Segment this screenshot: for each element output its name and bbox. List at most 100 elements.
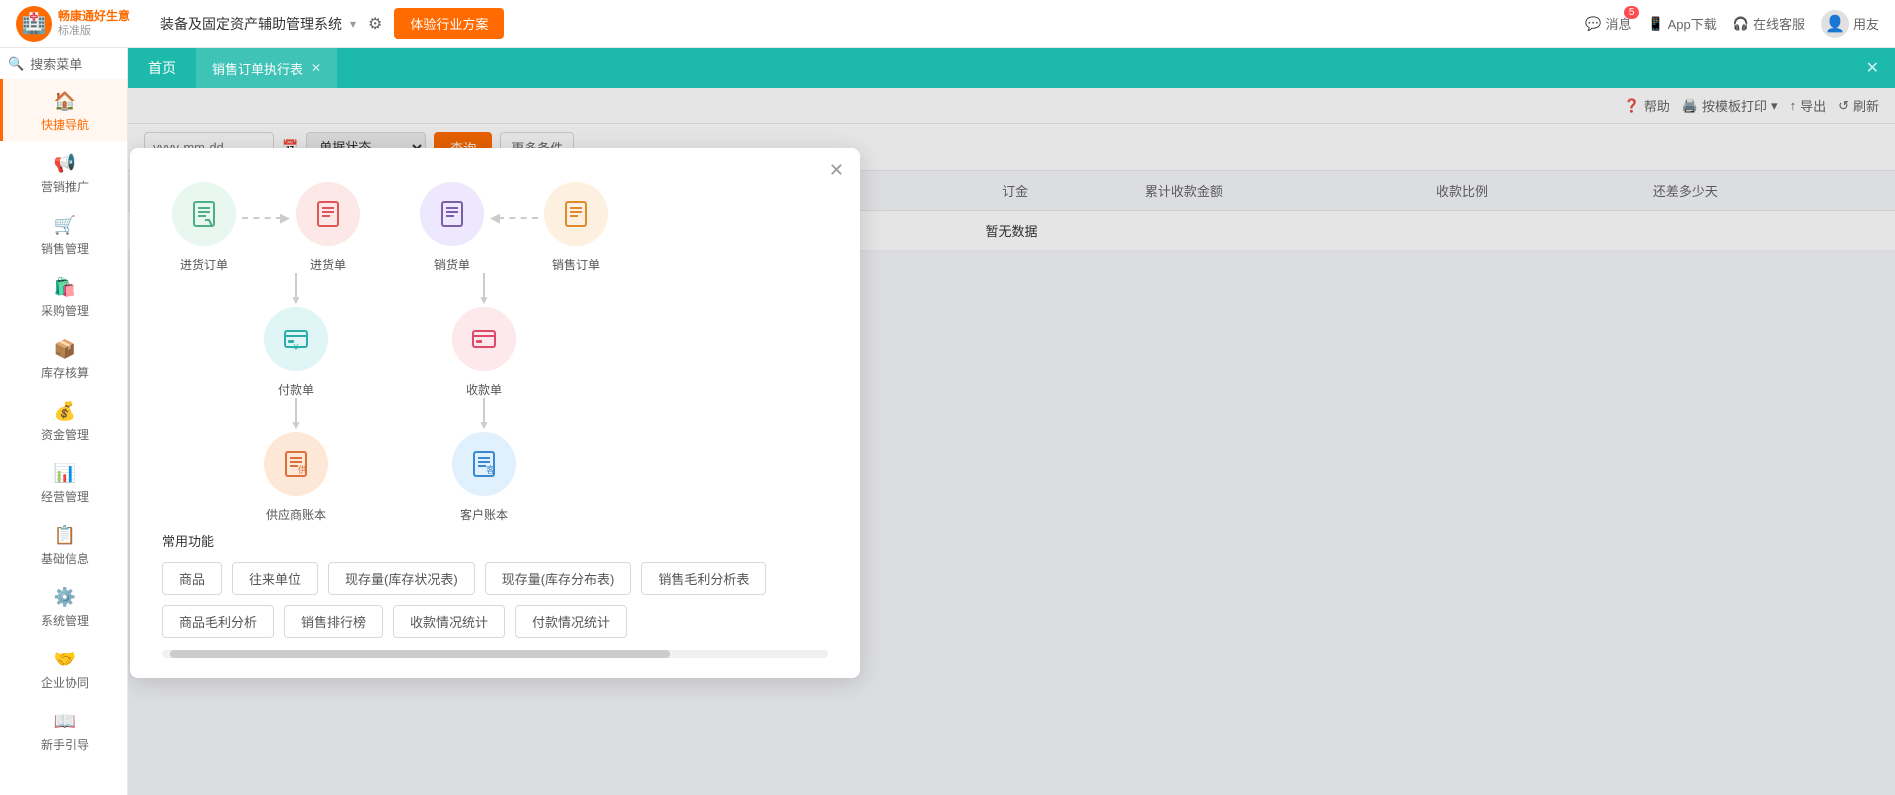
system-icon: ⚙️ xyxy=(54,587,76,608)
logo-icon: 🏥 xyxy=(16,6,52,42)
flow-node-purchase-order: 进货订单 xyxy=(172,182,236,273)
sidebar-item-label: 基础信息 xyxy=(41,550,89,567)
main-area: 🔍 搜索菜单 🏠 快捷导航 📢 营销推广 🛒 销售管理 🛍️ 采购管理 📦 xyxy=(0,48,1895,795)
top-bar: 🏥 畅康通好生意 标准版 装备及固定资产辅助管理系统 ▾ ⚙ 体验行业方案 💬 … xyxy=(0,0,1895,48)
flow-top-row: 进货订单 ▶ xyxy=(172,182,360,273)
arrow-down-head-1: ▼ xyxy=(290,293,302,307)
receipt-label: 收款单 xyxy=(466,381,502,398)
top-bar-center: 装备及固定资产辅助管理系统 ▾ ⚙ 体验行业方案 xyxy=(144,8,1585,39)
tab-home-label: 首页 xyxy=(148,58,176,78)
func-btn-receipt-stats[interactable]: 收款情况统计 xyxy=(393,605,505,638)
modal-scrollbar[interactable] xyxy=(162,650,828,658)
tab-home[interactable]: 首页 xyxy=(128,48,196,88)
func-btn-stock-dist[interactable]: 现存量(库存分布表) xyxy=(485,562,632,595)
func-btn-sales-profit[interactable]: 销售毛利分析表 xyxy=(641,562,766,595)
sales-order-label: 销售订单 xyxy=(552,256,600,273)
settings-icon[interactable]: ⚙ xyxy=(368,14,382,34)
func-btn-counterpart[interactable]: 往来单位 xyxy=(232,562,318,595)
sales-bill-circle xyxy=(420,182,484,246)
sidebar-item-quick-nav[interactable]: 🏠 快捷导航 xyxy=(0,79,127,141)
payment-circle: ¥ xyxy=(264,307,328,371)
func-btn-payment-stats[interactable]: 付款情况统计 xyxy=(515,605,627,638)
tab-sales-order-label: 销售订单执行表 xyxy=(212,59,303,78)
flow-left-group: 进货订单 ▶ xyxy=(172,182,360,523)
sidebar-item-finance[interactable]: 💰 资金管理 xyxy=(0,389,127,451)
trial-button[interactable]: 体验行业方案 xyxy=(394,8,504,39)
mobile-icon: 📱 xyxy=(1647,16,1663,32)
arrow-dashed-2: ◀ xyxy=(490,210,538,246)
page-content: ❓ 帮助 🖨️ 按模板打印 ▾ ↑ 导出 ↺ 刷新 xyxy=(128,88,1895,795)
sidebar-item-operations[interactable]: 📊 经营管理 xyxy=(0,451,127,513)
sales-bill-label: 销货单 xyxy=(434,256,470,273)
sidebar-item-label: 采购管理 xyxy=(41,302,89,319)
system-dropdown-icon[interactable]: ▾ xyxy=(350,17,356,31)
func-btn-sales-rank[interactable]: 销售排行榜 xyxy=(284,605,383,638)
sidebar-item-basic-info[interactable]: 📋 基础信息 xyxy=(0,513,127,575)
logo-area: 🏥 畅康通好生意 标准版 xyxy=(16,6,144,42)
sidebar-item-label: 企业协同 xyxy=(41,674,89,691)
arrow-down-head-4: ▼ xyxy=(478,418,490,432)
basic-info-icon: 📋 xyxy=(54,525,76,546)
arrow-down-head-2: ▼ xyxy=(478,293,490,307)
online-service-label: 在线客服 xyxy=(1753,14,1805,33)
flow-right-group: 销货单 ◀ xyxy=(420,182,608,523)
supplier-label: 供应商账本 xyxy=(266,506,326,523)
flow-node-payment: ¥ 付款单 xyxy=(264,307,328,398)
flow-node-purchase-bill: 进货单 xyxy=(296,182,360,273)
modal-close-button[interactable]: ✕ xyxy=(829,160,844,181)
flow-top-row-right: 销货单 ◀ xyxy=(420,182,608,273)
sidebar-item-label: 营销推广 xyxy=(41,178,89,195)
search-icon: 🔍 xyxy=(8,56,24,72)
sales-order-circle xyxy=(544,182,608,246)
tab-bar: 首页 销售订单执行表 ✕ ✕ xyxy=(128,48,1895,88)
sidebar-item-marketing[interactable]: 📢 营销推广 xyxy=(0,141,127,203)
common-functions: 常用功能 商品 往来单位 现存量(库存状况表) 现存量(库存分布表) 销售毛利分… xyxy=(162,531,828,638)
func-btn-goods-profit[interactable]: 商品毛利分析 xyxy=(162,605,274,638)
modal-overlay[interactable]: ✕ 进货订 xyxy=(128,88,1895,795)
sidebar-item-inventory[interactable]: 📦 库存核算 xyxy=(0,327,127,389)
purchase-icon: 🛍️ xyxy=(54,277,76,298)
flow-node-receipt: 收款单 xyxy=(452,307,516,398)
enterprise-icon: 🤝 xyxy=(54,649,76,670)
app-download-button[interactable]: 📱 App下载 xyxy=(1647,14,1716,33)
func-btn-goods[interactable]: 商品 xyxy=(162,562,222,595)
tab-sales-order[interactable]: 销售订单执行表 ✕ xyxy=(196,48,337,88)
modal-box: ✕ 进货订 xyxy=(130,148,860,678)
message-icon: 💬 xyxy=(1585,16,1601,32)
flow-node-customer: 客 客户账本 xyxy=(452,432,516,523)
sales-icon: 🛒 xyxy=(54,215,76,236)
sidebar-item-label: 销售管理 xyxy=(41,240,89,257)
message-button[interactable]: 💬 消息 5 xyxy=(1585,14,1631,33)
flow-node-sales-bill: 销货单 xyxy=(420,182,484,273)
system-title: 装备及固定资产辅助管理系统 xyxy=(160,14,342,34)
avatar: 👤 xyxy=(1821,10,1849,38)
inventory-icon: 📦 xyxy=(54,339,76,360)
service-icon: 🎧 xyxy=(1733,16,1749,32)
online-service-button[interactable]: 🎧 在线客服 xyxy=(1733,14,1805,33)
sidebar-item-sales[interactable]: 🛒 销售管理 xyxy=(0,203,127,265)
purchase-order-label: 进货订单 xyxy=(180,256,228,273)
finance-icon: 💰 xyxy=(54,401,76,422)
svg-text:客: 客 xyxy=(486,464,495,475)
sidebar-item-label: 新手引导 xyxy=(41,736,89,753)
payment-label: 付款单 xyxy=(278,381,314,398)
tab-close-icon[interactable]: ✕ xyxy=(311,61,321,75)
sidebar-item-beginner[interactable]: 📖 新手引导 xyxy=(0,699,127,761)
sidebar-item-label: 系统管理 xyxy=(41,612,89,629)
arrow-down-head-3: ▼ xyxy=(290,418,302,432)
page-close-button[interactable]: ✕ xyxy=(1866,48,1879,88)
search-menu-button[interactable]: 🔍 搜索菜单 xyxy=(0,48,127,79)
flow-node-sales-order: 销售订单 xyxy=(544,182,608,273)
sidebar: 🔍 搜索菜单 🏠 快捷导航 📢 营销推广 🛒 销售管理 🛍️ 采购管理 📦 xyxy=(0,48,128,795)
func-btn-stock-status[interactable]: 现存量(库存状况表) xyxy=(328,562,475,595)
modal-scrollbar-thumb xyxy=(170,650,670,658)
sidebar-item-enterprise[interactable]: 🤝 企业协同 xyxy=(0,637,127,699)
svg-text:¥: ¥ xyxy=(293,343,299,352)
sidebar-item-system[interactable]: ⚙️ 系统管理 xyxy=(0,575,127,637)
message-badge: 5 xyxy=(1624,6,1640,19)
home-icon: 🏠 xyxy=(54,91,76,112)
user-area[interactable]: 👤 用友 xyxy=(1821,10,1879,38)
sidebar-item-purchase[interactable]: 🛍️ 采购管理 xyxy=(0,265,127,327)
content-area: 首页 销售订单执行表 ✕ ✕ ❓ 帮助 🖨️ xyxy=(128,48,1895,795)
beginner-icon: 📖 xyxy=(54,711,76,732)
